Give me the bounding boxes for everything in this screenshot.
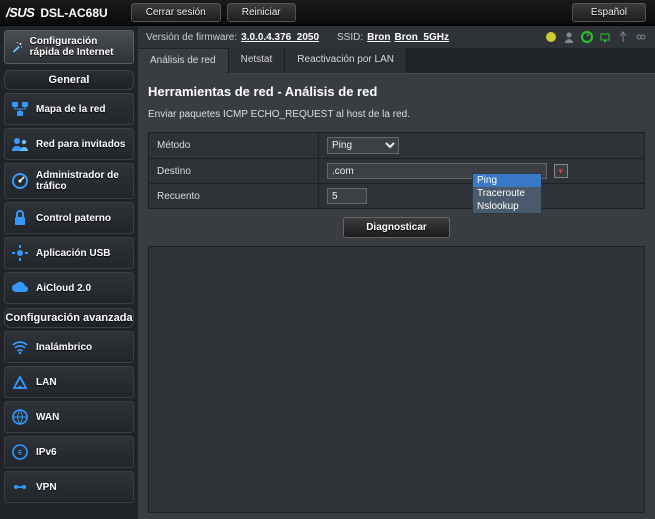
tab-bar: Análisis de red Netstat Reactivación por… xyxy=(138,48,655,74)
user-icon[interactable] xyxy=(563,31,575,43)
nav-label: Inalámbrico xyxy=(36,342,92,353)
vpn-icon xyxy=(11,478,29,496)
firmware-link[interactable]: 3.0.0.4.376_2050 xyxy=(241,32,319,43)
method-option-nslookup[interactable]: Nslookup xyxy=(473,200,541,213)
lan-icon xyxy=(11,373,29,391)
nav-label: LAN xyxy=(36,377,57,388)
wifi-icon xyxy=(11,338,29,356)
model-name: DSL-AC68U xyxy=(40,6,107,20)
cloud-icon xyxy=(11,279,29,297)
tab-wake-on-lan[interactable]: Reactivación por LAN xyxy=(285,48,407,73)
link-icon[interactable] xyxy=(635,31,647,43)
refresh-icon[interactable] xyxy=(581,31,593,43)
count-label: Recuento xyxy=(149,184,319,209)
firmware-label: Versión de firmware: xyxy=(146,32,237,43)
gear-icon xyxy=(11,244,29,262)
reboot-button[interactable]: Reiniciar xyxy=(227,3,296,22)
diagnose-button[interactable]: Diagnosticar xyxy=(343,217,450,238)
usb-status-icon[interactable] xyxy=(617,31,629,43)
nav-network-map[interactable]: Mapa de la red xyxy=(4,93,134,125)
nav-wireless[interactable]: Inalámbrico xyxy=(4,331,134,363)
tab-netstat[interactable]: Netstat xyxy=(229,48,286,73)
lock-icon xyxy=(11,209,29,227)
nav-label: Mapa de la red xyxy=(36,104,105,115)
nav-vpn[interactable]: VPN xyxy=(4,471,134,503)
wand-icon xyxy=(11,37,24,57)
globe-icon xyxy=(11,408,29,426)
nav-traffic-manager[interactable]: Administrador de tráfico xyxy=(4,163,134,199)
brand-logo: /SUS xyxy=(6,5,34,20)
nav-usb-app[interactable]: Aplicación USB xyxy=(4,237,134,269)
nav-lan[interactable]: LAN xyxy=(4,366,134,398)
nav-label: Red para invitados xyxy=(36,139,125,150)
panel-description: Enviar paquetes ICMP ECHO_REQUEST al hos… xyxy=(148,109,645,120)
nav-label: Control paterno xyxy=(36,213,111,224)
target-label: Destino xyxy=(149,159,319,184)
lan-status-icon[interactable] xyxy=(599,31,611,43)
guest-icon xyxy=(11,135,29,153)
method-option-traceroute[interactable]: Traceroute xyxy=(473,187,541,200)
favorite-button[interactable]: ▾ xyxy=(554,164,568,178)
nav-guest-network[interactable]: Red para invitados xyxy=(4,128,134,160)
nav-label: IPv6 xyxy=(36,447,57,458)
method-dropdown-open: Ping Traceroute Nslookup xyxy=(472,173,542,214)
language-button[interactable]: Español xyxy=(572,3,646,22)
nav-label: Administrador de tráfico xyxy=(36,170,127,192)
ipv6-icon: 6 xyxy=(11,443,29,461)
nav-label: Aplicación USB xyxy=(36,248,110,259)
nav-ipv6[interactable]: 6 IPv6 xyxy=(4,436,134,468)
ssid-link-1[interactable]: Bron xyxy=(367,32,390,43)
nav-label: WAN xyxy=(36,412,59,423)
output-area xyxy=(148,246,645,513)
nav-parental-control[interactable]: Control paterno xyxy=(4,202,134,234)
ssid-link-2[interactable]: Bron_5GHz xyxy=(394,32,448,43)
bulb-icon[interactable] xyxy=(545,31,557,43)
info-bar: Versión de firmware: 3.0.0.4.376_2050 SS… xyxy=(138,26,655,48)
ssid-label: SSID: xyxy=(337,32,363,43)
gauge-icon xyxy=(11,172,29,190)
nav-label: AiCloud 2.0 xyxy=(36,283,91,294)
section-general: General xyxy=(4,70,134,90)
svg-text:6: 6 xyxy=(18,450,22,457)
qis-label: Configuración rápida de Internet xyxy=(30,36,127,58)
nav-wan[interactable]: WAN xyxy=(4,401,134,433)
count-input[interactable] xyxy=(327,188,367,204)
qis-button[interactable]: Configuración rápida de Internet xyxy=(4,30,134,64)
tab-network-analysis[interactable]: Análisis de red xyxy=(138,49,229,74)
method-option-ping[interactable]: Ping xyxy=(473,174,541,187)
network-map-icon xyxy=(11,100,29,118)
logout-button[interactable]: Cerrar sesión xyxy=(131,3,221,22)
nav-label: VPN xyxy=(36,482,57,493)
sidebar: Configuración rápida de Internet General… xyxy=(0,26,138,519)
nav-aicloud[interactable]: AiCloud 2.0 xyxy=(4,272,134,304)
section-advanced: Configuración avanzada xyxy=(4,308,134,328)
panel-title: Herramientas de red - Análisis de red xyxy=(148,84,645,99)
method-label: Método xyxy=(149,133,319,159)
method-select[interactable]: Ping xyxy=(327,137,399,154)
